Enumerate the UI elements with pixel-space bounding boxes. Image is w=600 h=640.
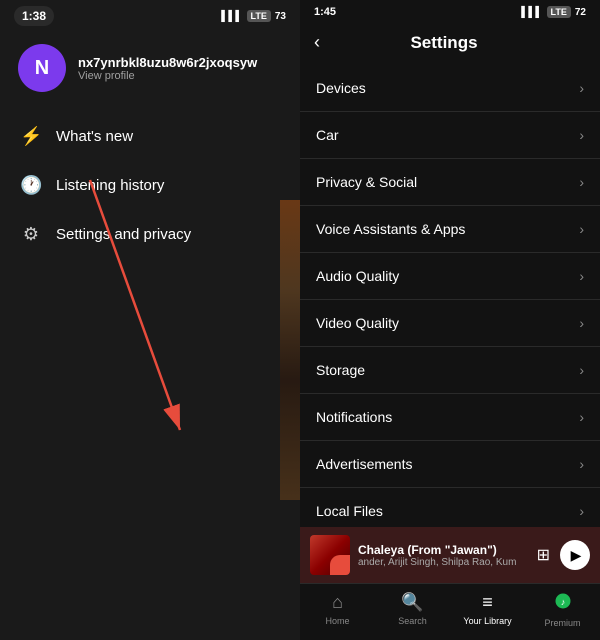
signal-bars-right: ▌▌▌ — [521, 7, 542, 18]
chevron-audio-quality: › — [579, 268, 584, 284]
nav-item-library[interactable]: ≡ Your Library — [450, 592, 525, 628]
settings-label-storage: Storage — [316, 362, 365, 378]
settings-item-audio-quality[interactable]: Audio Quality › — [300, 253, 600, 300]
queue-icon[interactable]: ⊞ — [537, 545, 550, 565]
status-bar-right: 1:45 ▌▌▌ LTE 72 — [300, 0, 600, 24]
album-strip-decoration — [280, 200, 300, 500]
now-playing-bar[interactable]: Chaleya (From "Jawan") ander, Arijit Sin… — [300, 527, 600, 583]
settings-item-advertisements[interactable]: Advertisements › — [300, 441, 600, 488]
settings-item-voice-assistants[interactable]: Voice Assistants & Apps › — [300, 206, 600, 253]
track-artwork — [310, 535, 350, 575]
whats-new-icon: ⚡ — [20, 126, 42, 147]
settings-header: ‹ Settings — [300, 24, 600, 65]
settings-item-storage[interactable]: Storage › — [300, 347, 600, 394]
svg-text:♪: ♪ — [560, 597, 565, 607]
profile-section[interactable]: N nx7ynrbkl8uzu8w6r2jxoqsyw View profile — [0, 32, 300, 112]
menu-item-listening-history[interactable]: 🕐 Listening history — [0, 161, 300, 210]
settings-label-audio-quality: Audio Quality — [316, 268, 399, 284]
track-artist: ander, Arijit Singh, Shilpa Rao, Kum — [358, 557, 529, 568]
signal-bars-left: ▌▌▌ — [221, 11, 242, 22]
listening-history-icon: 🕐 — [20, 175, 42, 196]
back-button[interactable]: ‹ — [314, 32, 320, 53]
right-panel: 1:45 ▌▌▌ LTE 72 ‹ Settings Devices › Car… — [300, 0, 600, 640]
play-button[interactable]: ▶ — [560, 540, 590, 570]
settings-label-privacy-social: Privacy & Social — [316, 174, 417, 190]
settings-label-voice-assistants: Voice Assistants & Apps — [316, 221, 465, 237]
settings-label-video-quality: Video Quality — [316, 315, 399, 331]
chevron-local-files: › — [579, 503, 584, 519]
avatar: N — [18, 44, 66, 92]
chevron-devices: › — [579, 80, 584, 96]
settings-item-local-files[interactable]: Local Files › — [300, 488, 600, 527]
time-left: 1:38 — [14, 6, 54, 26]
settings-label-car: Car — [316, 127, 339, 143]
settings-privacy-icon: ⚙ — [20, 224, 42, 245]
bottom-nav: ⌂ Home 🔍 Search ≡ Your Library ♪ Premium — [300, 583, 600, 640]
battery-left: 73 — [275, 11, 286, 22]
track-name: Chaleya (From "Jawan") — [358, 543, 529, 557]
settings-label-local-files: Local Files — [316, 503, 383, 519]
nav-item-home[interactable]: ⌂ Home — [300, 592, 375, 628]
username: nx7ynrbkl8uzu8w6r2jxoqsyw — [78, 55, 257, 70]
status-bar-left: 1:38 ▌▌▌ LTE 73 — [0, 0, 300, 32]
nav-item-premium[interactable]: ♪ Premium — [525, 592, 600, 628]
premium-label: Premium — [544, 618, 580, 628]
library-label: Your Library — [463, 616, 511, 626]
menu-item-settings-privacy[interactable]: ⚙ Settings and privacy — [0, 210, 300, 259]
settings-title: Settings — [330, 33, 558, 53]
settings-label-devices: Devices — [316, 80, 366, 96]
whats-new-label: What's new — [56, 128, 133, 145]
track-info: Chaleya (From "Jawan") ander, Arijit Sin… — [358, 543, 529, 568]
signal-left: ▌▌▌ LTE 73 — [221, 10, 286, 22]
chevron-privacy-social: › — [579, 174, 584, 190]
settings-label-notifications: Notifications — [316, 409, 392, 425]
menu-item-whats-new[interactable]: ⚡ What's new — [0, 112, 300, 161]
chevron-video-quality: › — [579, 315, 584, 331]
time-right: 1:45 — [314, 6, 336, 18]
settings-item-privacy-social[interactable]: Privacy & Social › — [300, 159, 600, 206]
library-icon: ≡ — [482, 592, 493, 613]
search-icon: 🔍 — [401, 592, 423, 613]
chevron-notifications: › — [579, 409, 584, 425]
home-icon: ⌂ — [332, 592, 343, 613]
battery-right: 72 — [575, 7, 586, 18]
listening-history-label: Listening history — [56, 177, 164, 194]
chevron-storage: › — [579, 362, 584, 378]
home-label: Home — [325, 616, 349, 626]
settings-list: Devices › Car › Privacy & Social › Voice… — [300, 65, 600, 527]
track-controls: ⊞ ▶ — [537, 540, 590, 570]
settings-item-car[interactable]: Car › — [300, 112, 600, 159]
search-label: Search — [398, 616, 427, 626]
chevron-advertisements: › — [579, 456, 584, 472]
settings-label-advertisements: Advertisements — [316, 456, 412, 472]
signal-right: ▌▌▌ LTE 72 — [521, 6, 586, 18]
lte-left: LTE — [247, 10, 271, 22]
play-icon: ▶ — [571, 547, 582, 564]
chevron-car: › — [579, 127, 584, 143]
nav-item-search[interactable]: 🔍 Search — [375, 592, 450, 628]
left-panel: 1:38 ▌▌▌ LTE 73 N nx7ynrbkl8uzu8w6r2jxoq… — [0, 0, 300, 640]
settings-item-video-quality[interactable]: Video Quality › — [300, 300, 600, 347]
view-profile-link[interactable]: View profile — [78, 70, 257, 82]
settings-privacy-label: Settings and privacy — [56, 226, 191, 243]
settings-item-notifications[interactable]: Notifications › — [300, 394, 600, 441]
premium-icon: ♪ — [554, 592, 572, 615]
settings-item-devices[interactable]: Devices › — [300, 65, 600, 112]
chevron-voice-assistants: › — [579, 221, 584, 237]
lte-right: LTE — [547, 6, 571, 18]
profile-info: nx7ynrbkl8uzu8w6r2jxoqsyw View profile — [78, 55, 257, 82]
